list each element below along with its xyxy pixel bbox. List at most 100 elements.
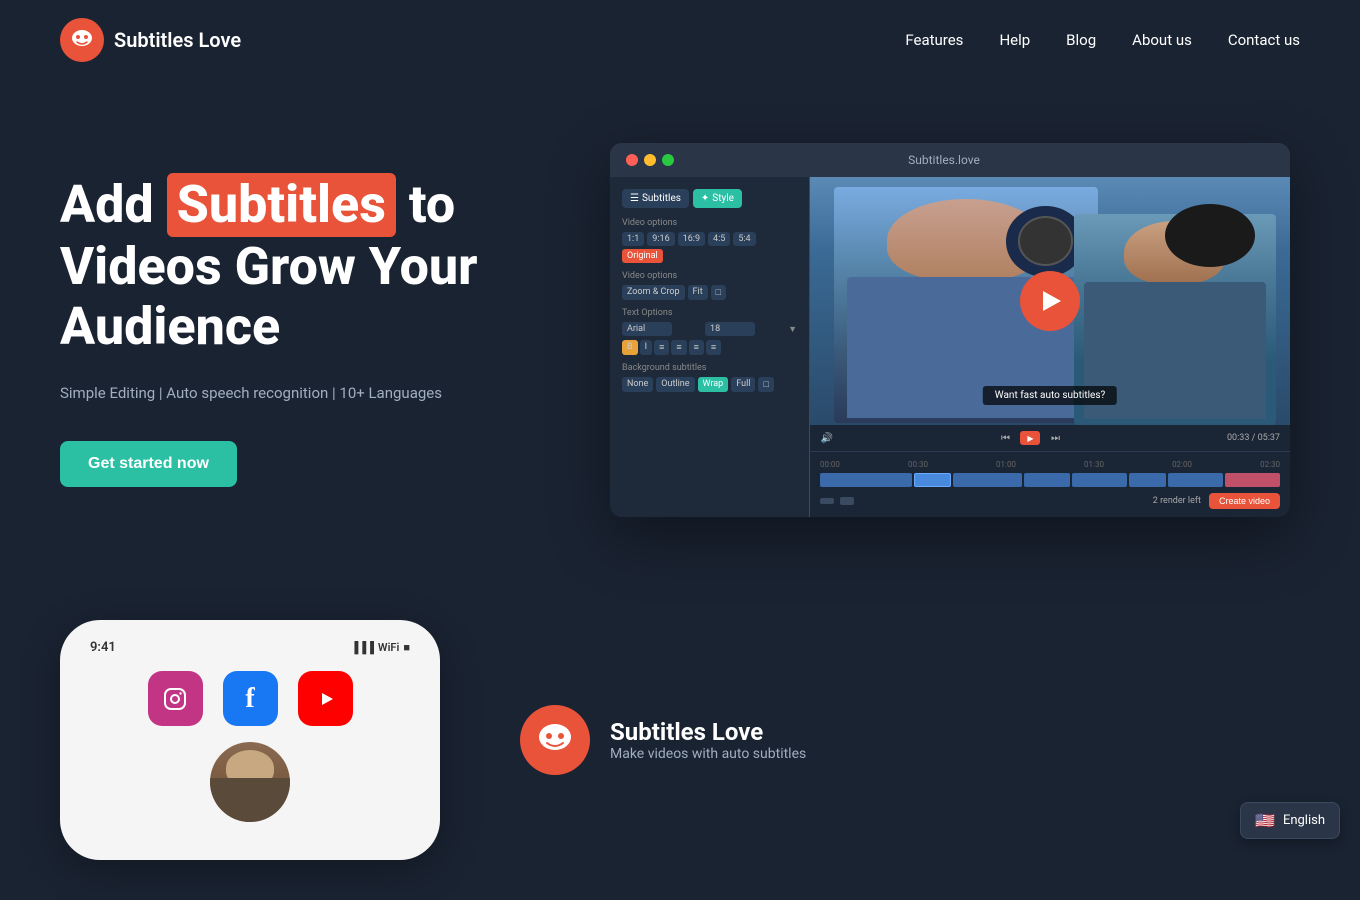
- logo-text: Subtitles Love: [114, 28, 241, 52]
- editor-panel: ☰ Subtitles ✦ Style Video options 1:1 9:…: [610, 177, 810, 517]
- phone-status-icons: ▐▐▐ WiFi ■: [351, 641, 410, 654]
- render-left: 2 render left: [1153, 496, 1201, 506]
- ratio-9-16[interactable]: 9:16: [647, 232, 674, 246]
- bg-wrap[interactable]: Wrap: [698, 377, 729, 392]
- logo-icon: [60, 18, 104, 62]
- nav-help[interactable]: Help: [999, 31, 1030, 49]
- flag-icon: 🇺🇸: [1255, 811, 1275, 830]
- traffic-light-green: [662, 154, 674, 166]
- font-size[interactable]: 18: [705, 322, 755, 336]
- panel-text-options: Text Options Arial 18 ▼ B I ≡ ≡ ≡ ≡: [622, 308, 797, 355]
- nav-about[interactable]: About us: [1132, 31, 1192, 49]
- brand-info: Subtitles Love Make videos with auto sub…: [610, 718, 806, 762]
- video-controls: 🔊 ⏮ ▶ ⏭ 00:33 / 05:37: [810, 425, 1290, 451]
- play-small-button[interactable]: ▶: [1020, 431, 1040, 445]
- play-icon: [1043, 291, 1061, 311]
- language-label: English: [1283, 813, 1325, 828]
- tab-style[interactable]: ✦ Style: [693, 189, 742, 208]
- create-video-button[interactable]: Create video: [1209, 493, 1280, 509]
- logo[interactable]: Subtitles Love: [60, 18, 241, 62]
- app-screenshot: Subtitles.love ☰ Subtitles ✦ Style: [610, 143, 1290, 517]
- nav-contact[interactable]: Contact us: [1228, 31, 1300, 49]
- ratio-5-4[interactable]: 5:4: [733, 232, 755, 246]
- timeline-footer: 2 render left Create video: [820, 493, 1280, 509]
- phone-topbar: 9:41 ▐▐▐ WiFi ■: [80, 640, 420, 655]
- phone-apps: f: [80, 671, 420, 726]
- volume-slider[interactable]: [820, 498, 834, 504]
- timeline-tracks: [820, 473, 1280, 487]
- bg-box: □: [758, 377, 773, 392]
- nav-links: Features Help Blog About us Contact us: [905, 31, 1300, 49]
- prev-icon[interactable]: ⏮: [998, 431, 1012, 445]
- hero-section: Add Subtitles toVideos Grow YourAudience…: [0, 80, 1360, 600]
- zoom-crop[interactable]: Zoom & Crop: [622, 285, 685, 300]
- panel-video-options: Video options 1:1 9:16 16:9 4:5 5:4 Orig…: [622, 218, 797, 263]
- aspect-box: □: [711, 285, 726, 300]
- align-right[interactable]: ≡: [689, 340, 704, 355]
- bg-full[interactable]: Full: [731, 377, 755, 392]
- bg-none[interactable]: None: [622, 377, 653, 392]
- phone-time: 9:41: [90, 640, 116, 655]
- nav-features[interactable]: Features: [905, 31, 963, 49]
- play-button[interactable]: [1020, 271, 1080, 331]
- ratio-original[interactable]: Original: [622, 249, 663, 263]
- panel-tabs: ☰ Subtitles ✦ Style: [622, 189, 797, 208]
- battery-icon: ■: [403, 641, 410, 654]
- fit[interactable]: Fit: [688, 285, 708, 300]
- brand-tagline: Make videos with auto subtitles: [610, 746, 806, 762]
- timeline-controls: [820, 497, 854, 505]
- align-justify[interactable]: ≡: [706, 340, 721, 355]
- ratio-16-9[interactable]: 16:9: [678, 232, 705, 246]
- wifi-icon: WiFi: [378, 641, 399, 654]
- language-badge[interactable]: 🇺🇸 English: [1240, 802, 1340, 839]
- ratio-1-1[interactable]: 1:1: [622, 232, 644, 246]
- video-frame: Want fast auto subtitles?: [810, 177, 1290, 425]
- traffic-light-yellow: [644, 154, 656, 166]
- align-left[interactable]: ≡: [654, 340, 669, 355]
- volume-icon[interactable]: 🔊: [820, 431, 834, 445]
- italic-btn[interactable]: I: [640, 340, 652, 355]
- video-timestamp: 00:33 / 05:37: [1227, 433, 1280, 443]
- video-preview: Want fast auto subtitles?: [810, 177, 1290, 425]
- bg-outline[interactable]: Outline: [656, 377, 694, 392]
- hero-left: Add Subtitles toVideos Grow YourAudience…: [60, 173, 560, 486]
- hero-right: Subtitles.love ☰ Subtitles ✦ Style: [600, 143, 1300, 517]
- screenshot-topbar: Subtitles.love: [610, 143, 1290, 177]
- cta-button[interactable]: Get started now: [60, 441, 237, 487]
- font-selector[interactable]: Arial: [622, 322, 672, 336]
- tab-subtitles[interactable]: ☰ Subtitles: [622, 189, 689, 208]
- panel-ratio-options: 1:1 9:16 16:9 4:5 5:4 Original: [622, 232, 797, 263]
- avatar: [210, 742, 290, 822]
- second-section-right: Subtitles Love Make videos with auto sub…: [520, 620, 1300, 860]
- facebook-icon[interactable]: f: [223, 671, 278, 726]
- panel-bg-subtitles: Background subtitles None Outline Wrap F…: [622, 363, 797, 392]
- traffic-lights: [626, 154, 674, 166]
- brand-name: Subtitles Love: [610, 718, 806, 746]
- ratio-4-5[interactable]: 4:5: [708, 232, 730, 246]
- phone-avatar-area: [80, 742, 420, 822]
- bold-btn[interactable]: B: [622, 340, 638, 355]
- hero-title: Add Subtitles toVideos Grow YourAudience: [60, 173, 560, 356]
- youtube-icon[interactable]: [298, 671, 353, 726]
- nav-blog[interactable]: Blog: [1066, 31, 1096, 49]
- brand-logo-icon: [520, 705, 590, 775]
- phone-mockup: 9:41 ▐▐▐ WiFi ■ f: [60, 620, 440, 860]
- timeline-tool[interactable]: [840, 497, 854, 505]
- hero-title-highlight: Subtitles: [167, 173, 396, 237]
- navbar: Subtitles Love Features Help Blog About …: [0, 0, 1360, 80]
- track-1: [820, 473, 1280, 487]
- subtitle-overlay: Want fast auto subtitles?: [983, 386, 1117, 405]
- traffic-light-red: [626, 154, 638, 166]
- panel-video-options2: Video options Zoom & Crop Fit □: [622, 271, 797, 300]
- instagram-icon[interactable]: [148, 671, 203, 726]
- next-icon[interactable]: ⏭: [1048, 431, 1062, 445]
- hero-subtitle: Simple Editing | Auto speech recognition…: [60, 381, 560, 405]
- video-panel: Want fast auto subtitles? 🔊 ⏮ ▶: [810, 177, 1290, 517]
- second-section: 9:41 ▐▐▐ WiFi ■ f: [0, 600, 1360, 900]
- timeline: 00:00 00:30 01:00 01:30 02:00 02:30: [810, 451, 1290, 517]
- hero-title-prefix: Add: [60, 174, 154, 235]
- timeline-ruler: 00:00 00:30 01:00 01:30 02:00 02:30: [820, 460, 1280, 469]
- align-center[interactable]: ≡: [671, 340, 686, 355]
- brand-card: Subtitles Love Make videos with auto sub…: [520, 705, 806, 775]
- screenshot-url: Subtitles.love: [674, 153, 1214, 167]
